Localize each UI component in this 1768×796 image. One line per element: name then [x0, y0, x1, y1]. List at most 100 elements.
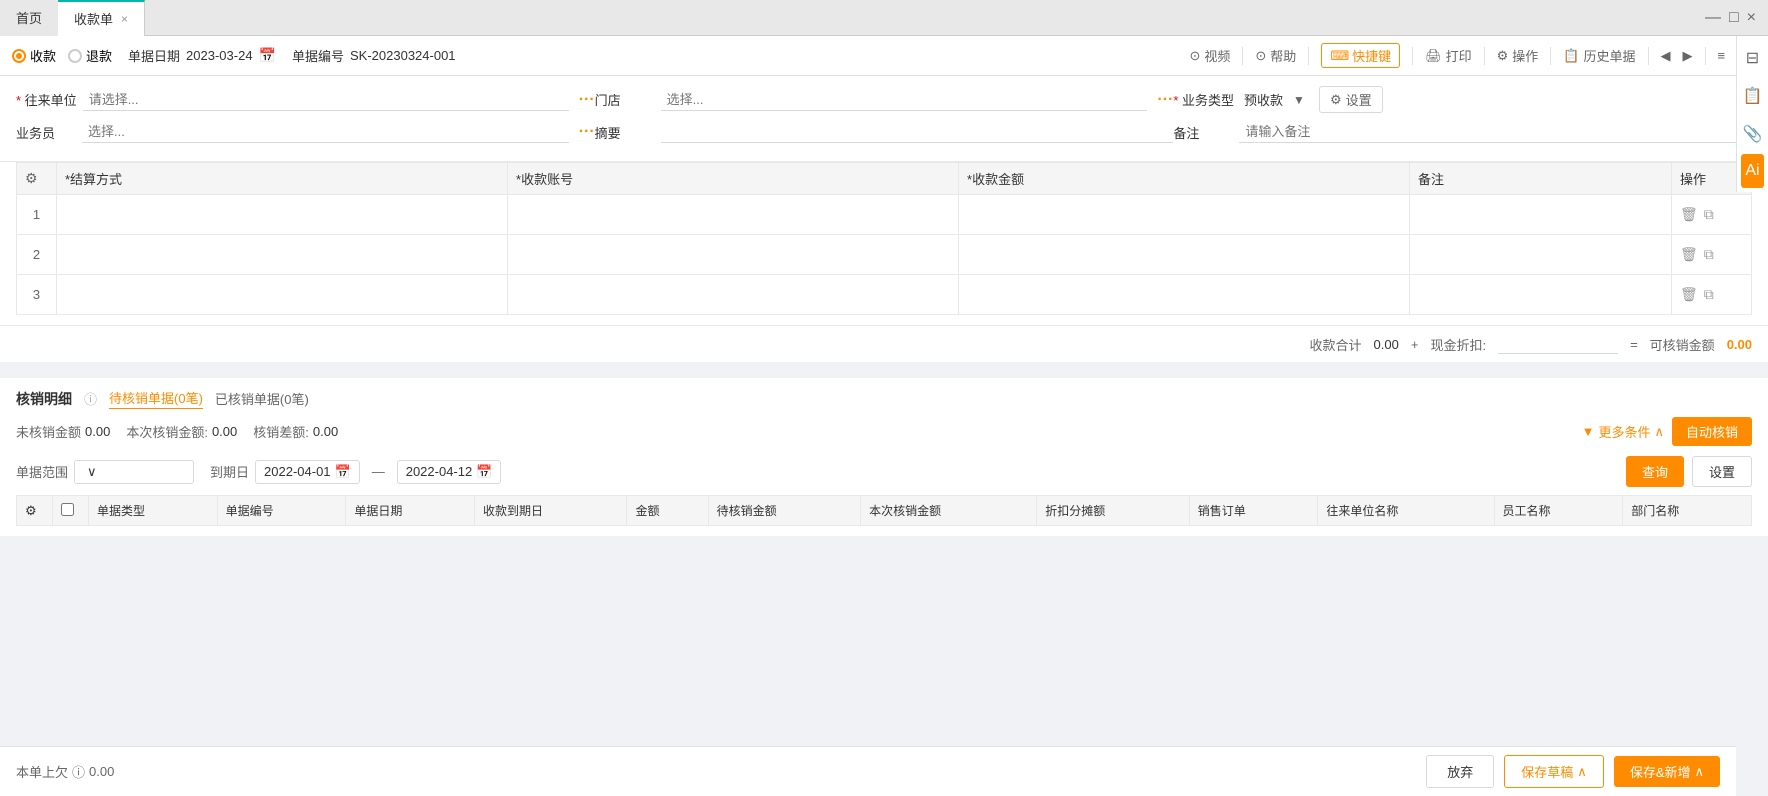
row3-payment[interactable] — [57, 275, 508, 315]
summary-row: 收款合计 0.00 + 现金折扣: = 可核销金额 0.00 — [0, 325, 1768, 362]
sidebar-table-icon[interactable]: ⊟ — [1742, 40, 1763, 76]
shortcut-label: 快捷键 — [1352, 46, 1391, 65]
auto-verif-btn[interactable]: 自动核销 — [1672, 417, 1752, 446]
row2-notes[interactable] — [1410, 235, 1672, 275]
col-employee: 员工名称 — [1494, 496, 1623, 526]
doc-no-label: 单据编号 — [292, 46, 344, 65]
tab-close-icon[interactable]: × — [121, 12, 128, 26]
history-btn[interactable]: 📋 历史单据 — [1563, 46, 1635, 65]
notes-label: 备注 — [1173, 123, 1233, 142]
shortcut-icon: ⌨ — [1330, 48, 1349, 64]
row1-account[interactable] — [508, 195, 959, 235]
settings-gear-icon: ⚙ — [1330, 92, 1342, 108]
doc-range-select[interactable]: ∨ — [74, 460, 194, 484]
receipt-radio-dot — [12, 49, 26, 63]
prev-label: 本单上欠 — [16, 762, 68, 781]
footer-left: 本单上欠 ⓘ 0.00 — [16, 762, 114, 781]
row1-delete-icon[interactable]: 🗑 — [1680, 206, 1698, 223]
nav-prev-icon[interactable]: ◀ — [1661, 48, 1671, 64]
total-value: 0.00 — [1374, 337, 1399, 352]
table-row: 1 🗑 ⧉ — [17, 195, 1752, 235]
col-discount: 折扣分摊额 — [1037, 496, 1189, 526]
row3-amount[interactable] — [959, 275, 1410, 315]
tab-home-label: 首页 — [16, 8, 42, 27]
refund-radio[interactable]: 退款 — [68, 46, 112, 65]
row1-notes[interactable] — [1410, 195, 1672, 235]
salesperson-more-icon[interactable]: ··· — [579, 123, 595, 141]
row2-account[interactable] — [508, 235, 959, 275]
query-btn[interactable]: 查询 — [1626, 456, 1684, 487]
col-amount: *收款金额 — [959, 163, 1410, 195]
list-view-icon[interactable]: ≡ — [1718, 48, 1726, 63]
col-doc-no: 单据编号 — [217, 496, 346, 526]
summary-input[interactable] — [661, 121, 1174, 143]
calendar-icon[interactable]: 📅 — [259, 47, 276, 64]
verif-info-icon[interactable]: ⓘ — [84, 389, 97, 408]
right-sidebar: ⊟ 📋 📎 Ai — [1736, 36, 1768, 192]
help-icon: ⊙ — [1255, 48, 1266, 64]
row3-notes[interactable] — [1410, 275, 1672, 315]
col-doc-type: 单据类型 — [89, 496, 218, 526]
more-conditions-btn[interactable]: ▼ 更多条件 ∧ — [1582, 422, 1664, 441]
doc-range-label: 单据范围 — [16, 462, 68, 481]
sidebar-attach-icon[interactable]: 📎 — [1739, 116, 1767, 152]
store-more-icon[interactable]: ··· — [1157, 91, 1173, 109]
counterpart-more-icon[interactable]: ··· — [579, 91, 595, 109]
notes-input[interactable] — [1239, 121, 1752, 143]
receipt-label: 收款 — [30, 46, 56, 65]
row-num-1: 1 — [17, 195, 57, 235]
row2-amount[interactable] — [959, 235, 1410, 275]
refund-label: 退款 — [86, 46, 112, 65]
row1-amount[interactable] — [959, 195, 1410, 235]
print-btn[interactable]: 🖨 打印 — [1425, 46, 1472, 65]
window-close-icon[interactable]: × — [1747, 9, 1756, 27]
draft-label: 保存草稿 — [1521, 762, 1573, 781]
footer-info-icon[interactable]: ⓘ — [72, 762, 85, 781]
save-new-btn[interactable]: 保存&新增 ∧ — [1614, 756, 1720, 787]
window-minimize-icon[interactable]: — — [1705, 9, 1721, 27]
row1-actions: 🗑 ⧉ — [1672, 195, 1752, 235]
abandon-btn[interactable]: 放弃 — [1426, 755, 1494, 788]
store-input[interactable] — [661, 89, 1148, 111]
sidebar-ai-icon[interactable]: Ai — [1741, 154, 1763, 188]
shortcut-btn[interactable]: ⌨ 快捷键 — [1321, 43, 1400, 68]
form-row-2: 业务员 ··· 摘要 备注 — [16, 121, 1752, 143]
operation-btn[interactable]: ⚙ 操作 — [1497, 46, 1539, 65]
save-draft-btn[interactable]: 保存草稿 ∧ — [1504, 755, 1604, 788]
date-to-wrap[interactable]: 2022-04-12 📅 — [397, 460, 502, 484]
nav-next-icon[interactable]: ▶ — [1683, 48, 1693, 64]
receipt-radio[interactable]: 收款 — [12, 46, 56, 65]
sidebar-doc-icon[interactable]: 📋 — [1739, 78, 1767, 114]
row3-account[interactable] — [508, 275, 959, 315]
toolbar: 收款 退款 单据日期 2023-03-24 📅 单据编号 SK-20230324… — [0, 36, 1768, 76]
verifiable-value: 0.00 — [1727, 337, 1752, 352]
row2-copy-icon[interactable]: ⧉ — [1704, 246, 1714, 263]
salesperson-label: 业务员 — [16, 123, 76, 142]
verif-table-gear-icon[interactable]: ⚙ — [25, 503, 37, 518]
verif-settings-btn[interactable]: 设置 — [1692, 456, 1752, 487]
window-maximize-icon[interactable]: □ — [1729, 9, 1739, 27]
biz-type-dropdown-icon[interactable]: ▼ — [1293, 93, 1305, 107]
date-from-wrap[interactable]: 2022-04-01 📅 — [255, 460, 360, 484]
row2-payment[interactable] — [57, 235, 508, 275]
row1-payment[interactable] — [57, 195, 508, 235]
tab-home[interactable]: 首页 — [0, 0, 58, 36]
salesperson-input[interactable] — [82, 121, 569, 143]
current-verif-stat: 本次核销金额: 0.00 — [126, 422, 237, 441]
row3-delete-icon[interactable]: 🗑 — [1680, 286, 1698, 303]
verifiable-label: 可核销金额 — [1650, 335, 1715, 354]
verif-select-all[interactable] — [61, 503, 74, 516]
settings-btn[interactable]: ⚙ 设置 — [1319, 86, 1383, 113]
table-gear-icon[interactable]: ⚙ — [25, 170, 38, 186]
help-btn[interactable]: ⊙ 帮助 — [1255, 46, 1296, 65]
row3-copy-icon[interactable]: ⧉ — [1704, 286, 1714, 303]
row1-copy-icon[interactable]: ⧉ — [1704, 206, 1714, 223]
doc-range-dropdown-icon: ∨ — [87, 464, 97, 480]
discount-input[interactable] — [1498, 334, 1618, 354]
pending-tab[interactable]: 待核销单据(0笔) — [109, 388, 203, 409]
tab-receipt[interactable]: 收款单 × — [58, 0, 145, 36]
video-btn[interactable]: ⊙ 视频 — [1189, 46, 1230, 65]
row2-delete-icon[interactable]: 🗑 — [1680, 246, 1698, 263]
completed-tab[interactable]: 已核销单据(0笔) — [215, 389, 309, 408]
counterpart-input[interactable] — [83, 89, 569, 111]
